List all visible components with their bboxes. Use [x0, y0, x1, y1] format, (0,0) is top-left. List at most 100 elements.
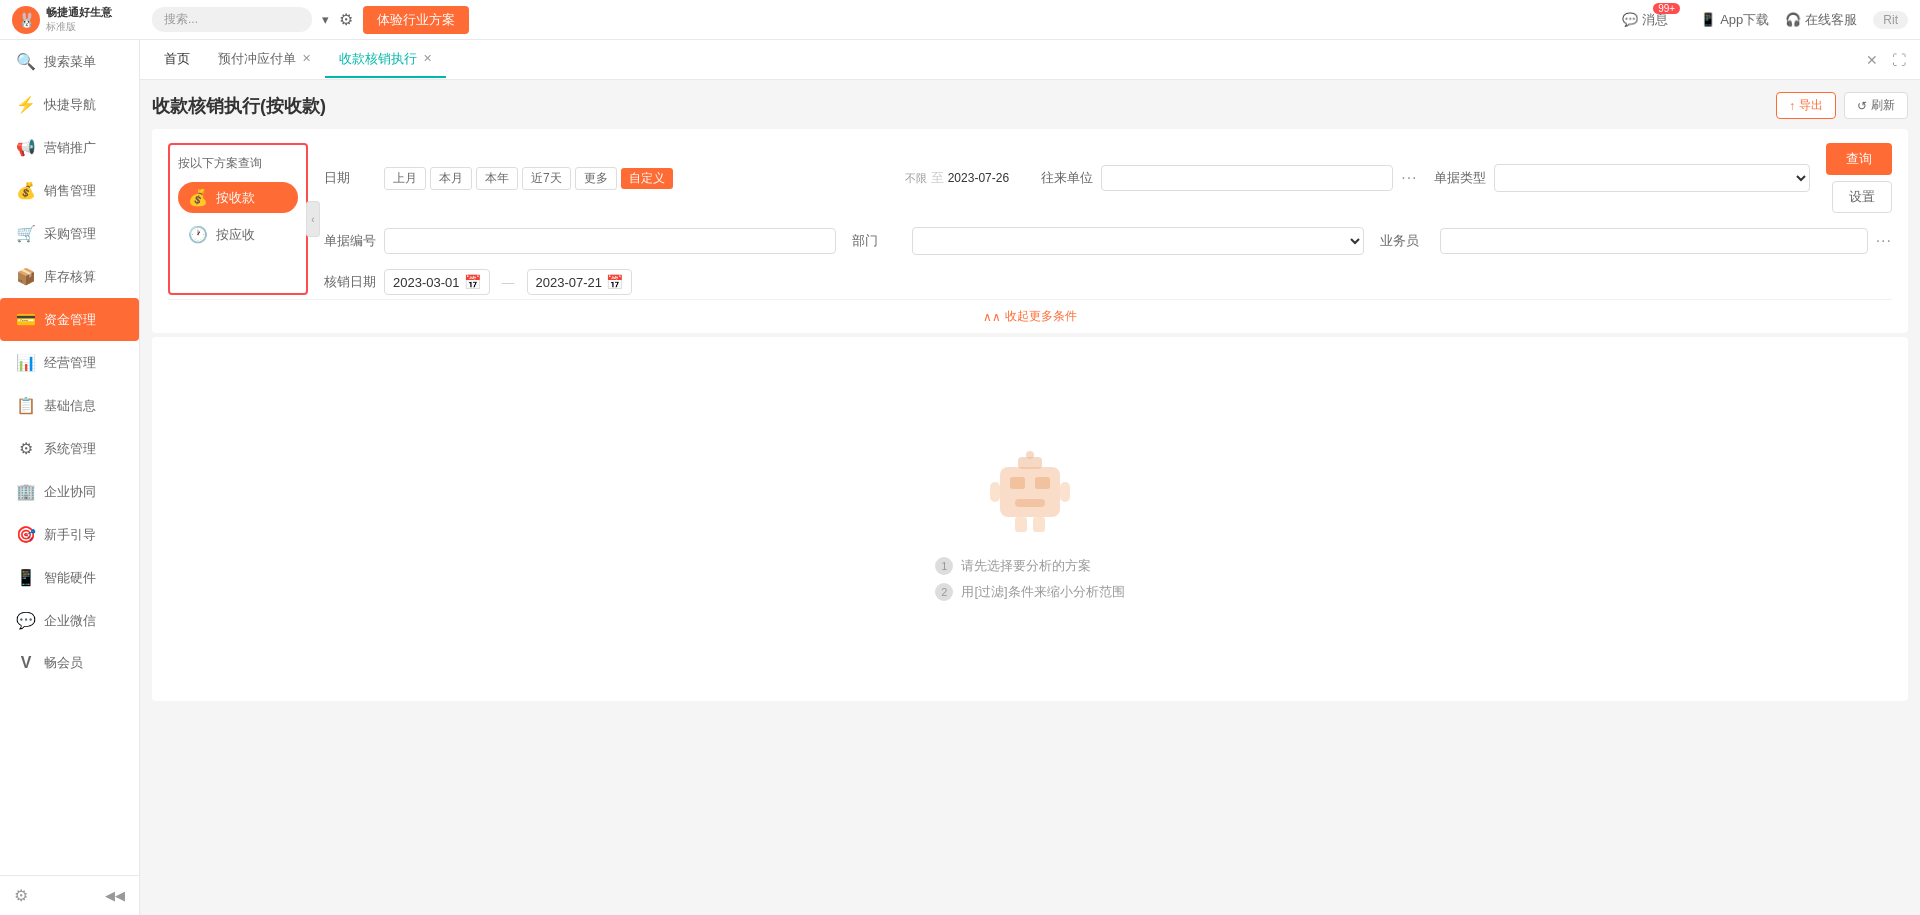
tab-close-all-icon[interactable]: ✕: [1862, 48, 1882, 72]
sidebar-item-operations[interactable]: 📊 经营管理: [0, 341, 139, 384]
tab-home-label: 首页: [164, 50, 190, 68]
filter-panel: 按以下方案查询 💰 按收款 🕐 按应收 ‹: [168, 143, 1892, 295]
mobile-icon: 📱: [1700, 12, 1716, 27]
sidebar-item-inventory[interactable]: 📦 库存核算: [0, 255, 139, 298]
settings-form-btn[interactable]: 设置: [1832, 181, 1892, 213]
receivable-icon: 🕐: [188, 225, 208, 244]
sidebar-item-sales[interactable]: 💰 销售管理: [0, 169, 139, 212]
staff-input[interactable]: [1440, 228, 1868, 254]
dept-select[interactable]: [912, 227, 1364, 255]
sidebar-settings-icon[interactable]: ⚙: [14, 886, 28, 905]
write-off-start-picker[interactable]: 2023-03-01 📅: [384, 269, 490, 295]
user-profile[interactable]: Rit: [1873, 11, 1908, 29]
export-label: 导出: [1799, 97, 1823, 114]
staff-field: 业务员 ···: [1380, 228, 1892, 254]
sidebar-label-system: 系统管理: [44, 440, 96, 458]
sidebar-item-vip[interactable]: V 畅会员: [0, 642, 139, 684]
sidebar-item-finance[interactable]: 💳 资金管理: [0, 298, 139, 341]
message-btn[interactable]: 💬 消息 99+: [1622, 11, 1668, 29]
sidebar-item-system[interactable]: ⚙ 系统管理: [0, 427, 139, 470]
staff-dots-btn[interactable]: ···: [1876, 232, 1892, 250]
write-off-end-picker[interactable]: 2023-07-21 📅: [527, 269, 633, 295]
sales-icon: 💰: [16, 181, 36, 200]
sidebar-collapse-icon[interactable]: ◀◀: [105, 888, 125, 903]
sidebar-label-search: 搜索菜单: [44, 53, 96, 71]
online-service-label: 在线客服: [1805, 11, 1857, 29]
tab-bar: 首页 预付冲应付单 ✕ 收款核销执行 ✕ ✕ ⛶: [140, 40, 1920, 80]
empty-illustration: [980, 437, 1080, 537]
partner-label: 往来单位: [1041, 169, 1093, 187]
marketing-icon: 📢: [16, 138, 36, 157]
filter-row-3: 核销日期 2023-03-01 📅 — 2023-07-21 📅: [324, 269, 1892, 295]
sidebar-label-sales: 销售管理: [44, 182, 96, 200]
filter-panel-wrapper: 按以下方案查询 💰 按收款 🕐 按应收 ‹: [152, 129, 1908, 333]
dropdown-chevron-icon[interactable]: ▾: [322, 12, 329, 27]
wechat-icon: 💬: [16, 611, 36, 630]
date-btn-this-year[interactable]: 本年: [476, 167, 518, 190]
tab-home[interactable]: 首页: [150, 42, 204, 78]
sidebar-item-purchase[interactable]: 🛒 采购管理: [0, 212, 139, 255]
date-btn-7days[interactable]: 近7天: [522, 167, 571, 190]
collapse-more-btn[interactable]: ∧∧ 收起更多条件: [983, 308, 1077, 325]
sidebar-item-enterprise[interactable]: 🏢 企业协同: [0, 470, 139, 513]
voucher-type-select[interactable]: [1494, 164, 1810, 192]
message-badge: 99+: [1653, 3, 1680, 14]
sidebar-item-quick-nav[interactable]: ⚡ 快捷导航: [0, 83, 139, 126]
sidebar-label-inventory: 库存核算: [44, 268, 96, 286]
tab-receivable[interactable]: 收款核销执行 ✕: [325, 42, 446, 78]
top-bar-center: 搜索... ▾ ⚙ 体验行业方案: [152, 6, 1622, 34]
sidebar-item-wechat[interactable]: 💬 企业微信: [0, 599, 139, 642]
tab-expand-icon[interactable]: ⛶: [1888, 48, 1910, 72]
svg-rect-2: [1035, 477, 1050, 489]
date-btn-last-month[interactable]: 上月: [384, 167, 426, 190]
sidebar-label-smart-hw: 智能硬件: [44, 569, 96, 587]
staff-label: 业务员: [1380, 232, 1432, 250]
settings-icon[interactable]: ⚙: [339, 10, 353, 29]
search-bar[interactable]: 搜索...: [152, 7, 312, 32]
write-off-date-label: 核销日期: [324, 273, 376, 291]
sidebar-item-guide[interactable]: 🎯 新手引导: [0, 513, 139, 556]
page-header: 收款核销执行(按收款) ↑ 导出 ↺ 刷新: [152, 92, 1908, 119]
tab-prepay-close[interactable]: ✕: [302, 52, 311, 65]
online-service-btn[interactable]: 🎧 在线客服: [1785, 11, 1857, 29]
write-off-end-value: 2023-07-21: [536, 275, 603, 290]
export-btn[interactable]: ↑ 导出: [1776, 92, 1836, 119]
app-download-btn[interactable]: 📱 App下载: [1700, 11, 1769, 29]
sidebar-item-basic-info[interactable]: 📋 基础信息: [0, 384, 139, 427]
tab-receivable-close[interactable]: ✕: [423, 52, 432, 65]
date-btn-more[interactable]: 更多: [575, 167, 617, 190]
date-custom-tag[interactable]: 自定义: [621, 168, 673, 189]
sidebar-label-purchase: 采购管理: [44, 225, 96, 243]
calendar-start-icon: 📅: [464, 274, 481, 290]
svg-rect-1: [1010, 477, 1025, 489]
date-to-separator: 至: [931, 169, 944, 187]
date-label: 日期: [324, 169, 376, 187]
write-off-date-field: 核销日期 2023-03-01 📅 — 2023-07-21 📅: [324, 269, 632, 295]
sidebar-item-search[interactable]: 🔍 搜索菜单: [0, 40, 139, 83]
filter-option-by-receipt[interactable]: 💰 按收款: [178, 182, 298, 213]
filter-form: 日期 上月 本月 本年 近7天 更多 自定义: [324, 143, 1892, 295]
query-btn[interactable]: 查询: [1826, 143, 1892, 175]
top-bar: 🐰 畅捷通好生意 标准版 搜索... ▾ ⚙ 体验行业方案 💬 消息 99+ 📱…: [0, 0, 1920, 40]
logo-icon: 🐰: [12, 6, 40, 34]
voucher-num-label: 单据编号: [324, 232, 376, 250]
refresh-btn[interactable]: ↺ 刷新: [1844, 92, 1908, 119]
sidebar-item-smart-hw[interactable]: 📱 智能硬件: [0, 556, 139, 599]
filter-sidebar-collapse-btn[interactable]: ‹: [306, 201, 320, 237]
date-btn-this-month[interactable]: 本月: [430, 167, 472, 190]
empty-tip-1: 1 请先选择要分析的方案: [935, 557, 1124, 575]
sidebar-label-guide: 新手引导: [44, 526, 96, 544]
industry-btn[interactable]: 体验行业方案: [363, 6, 469, 34]
logo-badge: 标准版: [46, 20, 112, 34]
voucher-type-label: 单据类型: [1434, 169, 1486, 187]
partner-input[interactable]: [1101, 165, 1393, 191]
sidebar-label-operations: 经营管理: [44, 354, 96, 372]
logo-area: 🐰 畅捷通好生意 标准版: [12, 5, 152, 34]
tab-prepay[interactable]: 预付冲应付单 ✕: [204, 42, 325, 78]
sidebar-item-marketing[interactable]: 📢 营销推广: [0, 126, 139, 169]
filter-option-by-receivable[interactable]: 🕐 按应收: [178, 219, 298, 250]
partner-dots-btn[interactable]: ···: [1401, 169, 1417, 187]
search-nav-icon: 🔍: [16, 52, 36, 71]
voucher-type-field: 单据类型: [1434, 164, 1810, 192]
voucher-num-input[interactable]: [384, 228, 836, 254]
